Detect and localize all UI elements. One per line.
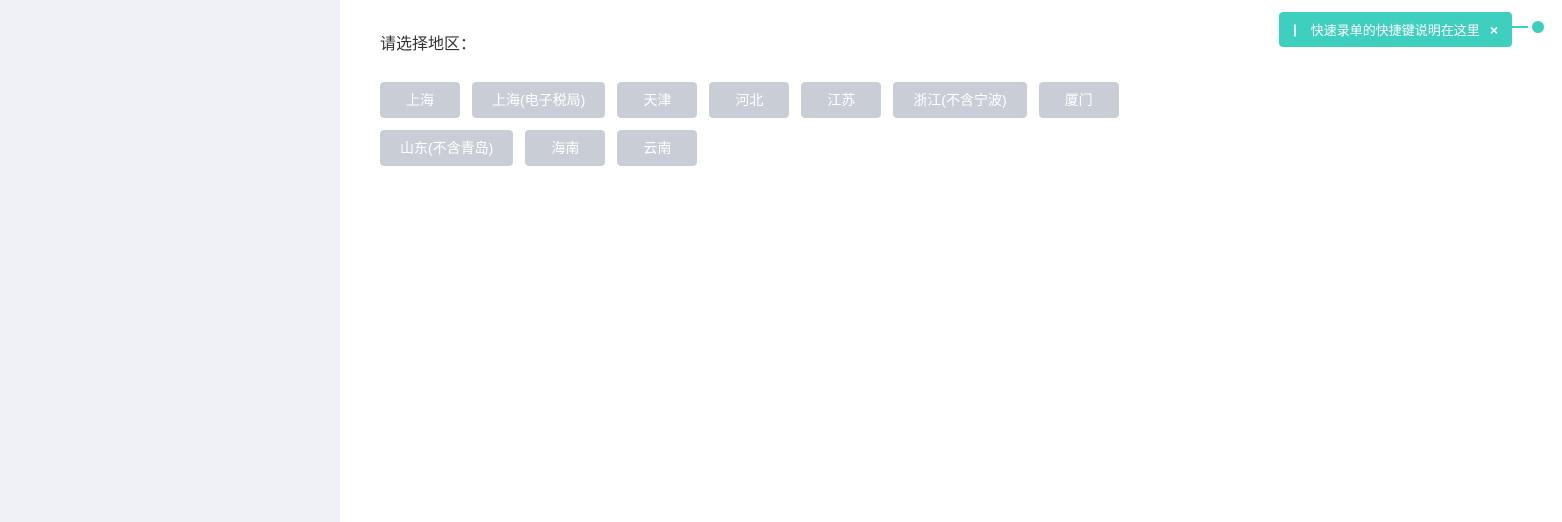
region-buttons-row2: 山东(不含青岛) 海南 云南 — [380, 130, 1522, 166]
dot-indicator — [1532, 21, 1544, 33]
tooltip-bar: 快速录单的快捷键说明在这里 × — [1279, 12, 1512, 47]
region-button-hebei[interactable]: 河北 — [709, 82, 789, 118]
region-buttons-container: 上海 上海(电子税局) 天津 河北 江苏 浙江(不含宁波) 厦门 — [380, 82, 1522, 118]
region-button-shandong[interactable]: 山东(不含青岛) — [380, 130, 513, 166]
region-button-shanghai-etax[interactable]: 上海(电子税局) — [472, 82, 605, 118]
tooltip-close-button[interactable]: × — [1490, 22, 1498, 38]
region-button-zhejiang[interactable]: 浙江(不含宁波) — [893, 82, 1026, 118]
region-button-tianjin[interactable]: 天津 — [617, 82, 697, 118]
region-button-yunnan[interactable]: 云南 — [617, 130, 697, 166]
tooltip-text: 快速录单的快捷键说明在这里 — [1311, 20, 1480, 39]
region-button-xiamen[interactable]: 厦门 — [1039, 82, 1119, 118]
region-button-jiangsu[interactable]: 江苏 — [801, 82, 881, 118]
region-button-shanghai[interactable]: 上海 — [380, 82, 460, 118]
region-button-hainan[interactable]: 海南 — [525, 130, 605, 166]
main-content: 请选择地区： 上海 上海(电子税局) 天津 河北 江苏 浙江(不含宁波) 厦门 … — [340, 0, 1562, 522]
left-sidebar — [0, 0, 340, 522]
